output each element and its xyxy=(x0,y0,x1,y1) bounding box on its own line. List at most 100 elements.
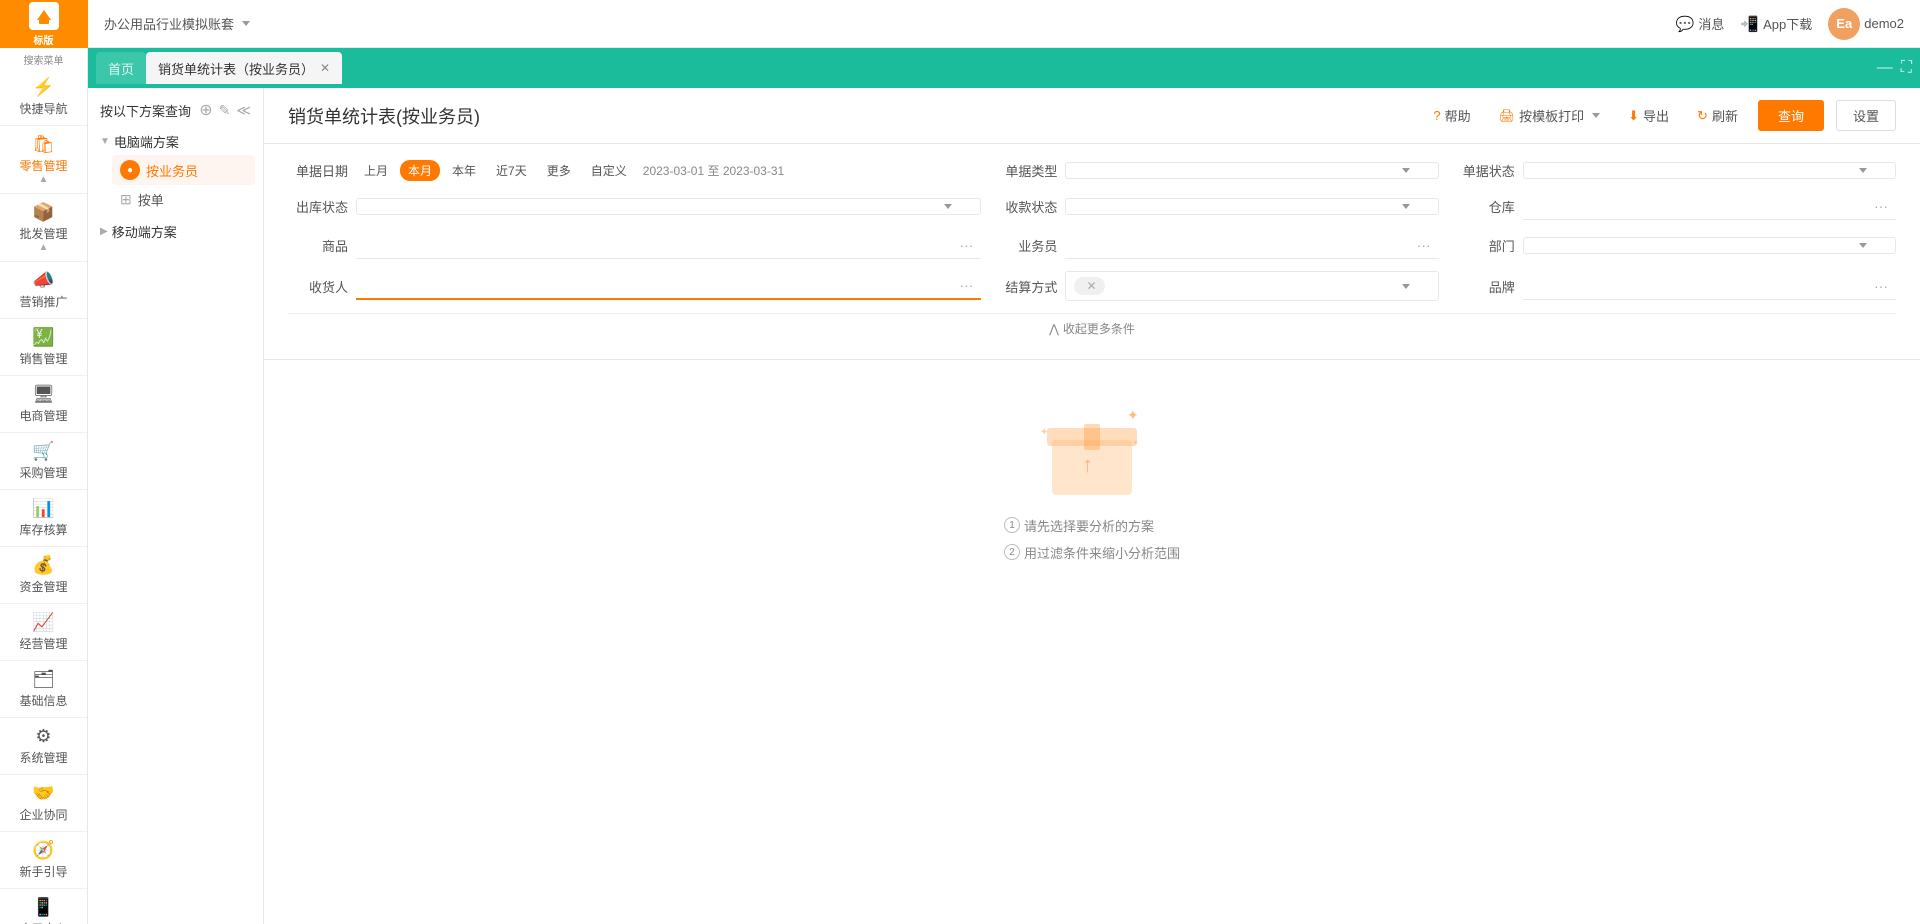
setting-button[interactable]: 设置 xyxy=(1836,100,1896,131)
out-status-select[interactable] xyxy=(356,198,981,215)
date-tab-7days[interactable]: 近7天 xyxy=(488,160,535,181)
desktop-group-text: 电脑端方案 xyxy=(114,132,179,151)
goods-dots: ··· xyxy=(959,237,973,253)
sidebar-item-ecommerce-label: 电商管理 xyxy=(19,407,67,424)
user-avatar: Ea xyxy=(1828,8,1860,40)
tab-sales-stat[interactable]: 销货单统计表（按业务员） ✕ xyxy=(146,52,342,84)
sidebar-item-quicknav[interactable]: ⚡ 快捷导航 xyxy=(0,69,87,126)
sidebar-item-sales[interactable]: 💹 销售管理 xyxy=(0,319,87,376)
mobile-section-label[interactable]: ▶ 移动端方案 xyxy=(96,218,255,245)
refresh-btn[interactable]: ↻ 刷新 xyxy=(1689,102,1746,129)
svg-text:↑: ↑ xyxy=(1082,452,1093,477)
dept-select[interactable] xyxy=(1523,237,1896,254)
tab-controls: — ⛶ xyxy=(1877,59,1912,77)
print-btn[interactable]: 🖨 按模板打印 xyxy=(1491,102,1609,129)
print-arrow xyxy=(1592,113,1600,118)
help-icon: ? xyxy=(1433,108,1440,123)
tab-sales-stat-label: 销货单统计表（按业务员） xyxy=(158,59,314,78)
settle-label: 结算方式 xyxy=(997,277,1057,296)
tab-home[interactable]: 首页 xyxy=(96,52,146,84)
empty-state: ✦ ✦ ✦ ↑ 1 请先选择要分析的方案 2 xyxy=(264,360,1920,602)
tabbar: 首页 销货单统计表（按业务员） ✕ — ⛶ xyxy=(88,48,1920,88)
query-button[interactable]: 查询 xyxy=(1758,100,1824,131)
edit-scheme-btn[interactable]: ✎ xyxy=(219,102,231,119)
type-label: 单据类型 xyxy=(997,161,1057,180)
add-scheme-btn[interactable]: ⊕ xyxy=(199,100,212,120)
sidebar-item-corp[interactable]: 🤝 企业协同 xyxy=(0,775,87,832)
empty-illustration: ✦ ✦ ✦ ↑ xyxy=(1032,400,1152,500)
app-selector-arrow xyxy=(242,21,250,26)
dept-control xyxy=(1523,237,1896,254)
app-logo: 标版 xyxy=(0,0,88,48)
date-tab-thisyear[interactable]: 本年 xyxy=(444,160,484,181)
empty-step-1: 1 请先选择要分析的方案 xyxy=(1004,516,1180,535)
out-status-control xyxy=(356,198,981,215)
date-tab-more[interactable]: 更多 xyxy=(539,160,579,181)
tab-minimize-btn[interactable]: — xyxy=(1877,59,1893,77)
help-btn[interactable]: ? 帮助 xyxy=(1425,102,1478,129)
sidebar-item-wholesale[interactable]: 📦 批发管理 ▲ xyxy=(0,194,87,262)
settle-control: ✕ xyxy=(1065,271,1438,301)
sidebar-item-purchase[interactable]: 🛒 采购管理 xyxy=(0,433,87,490)
date-tab-lastmonth[interactable]: 上月 xyxy=(356,160,396,181)
sidebar-item-finance[interactable]: 💰 资金管理 xyxy=(0,547,87,604)
settle-tag: ✕ xyxy=(1074,277,1104,295)
sidebar-search-label[interactable]: 搜索菜单 xyxy=(24,48,64,69)
export-btn[interactable]: ⬇ 导出 xyxy=(1620,102,1677,129)
tree-item-by-salesman[interactable]: ● 按业务员 xyxy=(112,155,255,185)
status-select[interactable] xyxy=(1523,162,1896,179)
out-status-arrow xyxy=(944,204,952,209)
mobile-group-text: 移动端方案 xyxy=(112,222,177,241)
app-download-button[interactable]: 📲 App下载 xyxy=(1740,14,1812,33)
type-select-arrow xyxy=(1402,168,1410,173)
sidebar-item-operation-label: 经营管理 xyxy=(19,635,67,652)
sidebar-item-wholesale-label: 批发管理 xyxy=(19,225,67,242)
date-tab-custom[interactable]: 自定义 xyxy=(583,160,635,181)
collapse-bar[interactable]: ⋀ 收起更多条件 xyxy=(288,313,1896,343)
collapse-panel-btn[interactable]: ≪ xyxy=(236,102,251,119)
receiver-input[interactable]: ··· xyxy=(356,272,981,300)
tab-maximize-btn[interactable]: ⛶ xyxy=(1901,59,1912,77)
warehouse-input[interactable]: ··· xyxy=(1523,193,1896,220)
empty-step-2: 2 用过滤条件来缩小分析范围 xyxy=(1004,543,1180,562)
sidebar-item-ecommerce[interactable]: 🖥 电商管理 xyxy=(0,376,87,433)
brand-input[interactable]: ··· xyxy=(1523,273,1896,300)
goods-input[interactable]: ··· xyxy=(356,232,981,259)
filter-row-3: 商品 ··· 业务员 xyxy=(288,232,1896,259)
date-tab-thismonth[interactable]: 本月 xyxy=(400,160,440,181)
settle-tag-close[interactable]: ✕ xyxy=(1086,279,1096,293)
step-2-text: 用过滤条件来缩小分析范围 xyxy=(1024,543,1180,562)
salesman-input[interactable]: ··· xyxy=(1065,232,1438,259)
sidebar-item-inventory[interactable]: 📊 库存核算 xyxy=(0,490,87,547)
sidebar-item-quicknav-label: 快捷导航 xyxy=(19,100,67,117)
tab-close-btn[interactable]: ✕ xyxy=(320,61,330,75)
type-select[interactable] xyxy=(1065,162,1438,179)
filter-wrapper: 单据日期 上月 本月 本年 近7天 更多 自定义 20 xyxy=(264,144,1920,360)
pay-status-arrow xyxy=(1402,204,1410,209)
sidebar-item-appcenter-label: 应用中心 xyxy=(19,920,67,924)
sidebar-item-newbie[interactable]: 🧭 新手引导 xyxy=(0,832,87,889)
sidebar-item-retail[interactable]: 🛍 零售管理 ▲ xyxy=(0,126,87,194)
sidebar-item-appcenter[interactable]: 📱 应用中心 xyxy=(0,889,87,924)
sidebar-item-system[interactable]: ⚙ 系统管理 xyxy=(0,718,87,775)
pay-status-select[interactable] xyxy=(1065,198,1438,215)
sidebar-item-basic[interactable]: 🗂 基础信息 xyxy=(0,661,87,718)
help-label: 帮助 xyxy=(1445,106,1471,125)
user-menu[interactable]: Ea demo2 xyxy=(1828,8,1904,40)
filter-goods: 商品 ··· xyxy=(288,232,981,259)
settle-select[interactable]: ✕ xyxy=(1065,271,1438,301)
brand-dots: ··· xyxy=(1874,278,1888,294)
page-actions: ? 帮助 🖨 按模板打印 ⬇ 导出 ↻ 刷新 xyxy=(1425,100,1896,131)
sidebar-item-marketing[interactable]: 📣 营销推广 xyxy=(0,262,87,319)
filter-out-status: 出库状态 xyxy=(288,197,981,216)
tree-group-desktop-label[interactable]: ▼ 电脑端方案 xyxy=(96,128,255,155)
msg-button[interactable]: 💬 消息 xyxy=(1676,14,1725,33)
dept-label: 部门 xyxy=(1455,236,1515,255)
main-area: 办公用品行业模拟账套 💬 消息 📲 App下载 Ea demo2 首页 xyxy=(88,0,1920,924)
mobile-expand-arrow: ▶ xyxy=(100,226,108,237)
avatar-text: Ea xyxy=(1836,16,1852,31)
sidebar-item-operation[interactable]: 📈 经营管理 xyxy=(0,604,87,661)
app-selector[interactable]: 办公用品行业模拟账套 xyxy=(104,14,250,33)
tree-item-by-order[interactable]: ⊞ 按单 xyxy=(112,185,255,214)
sidebar-nav: ⚡ 快捷导航 🛍 零售管理 ▲ 📦 批发管理 ▲ 📣 营销推广 💹 销售管理 🖥… xyxy=(0,69,87,924)
